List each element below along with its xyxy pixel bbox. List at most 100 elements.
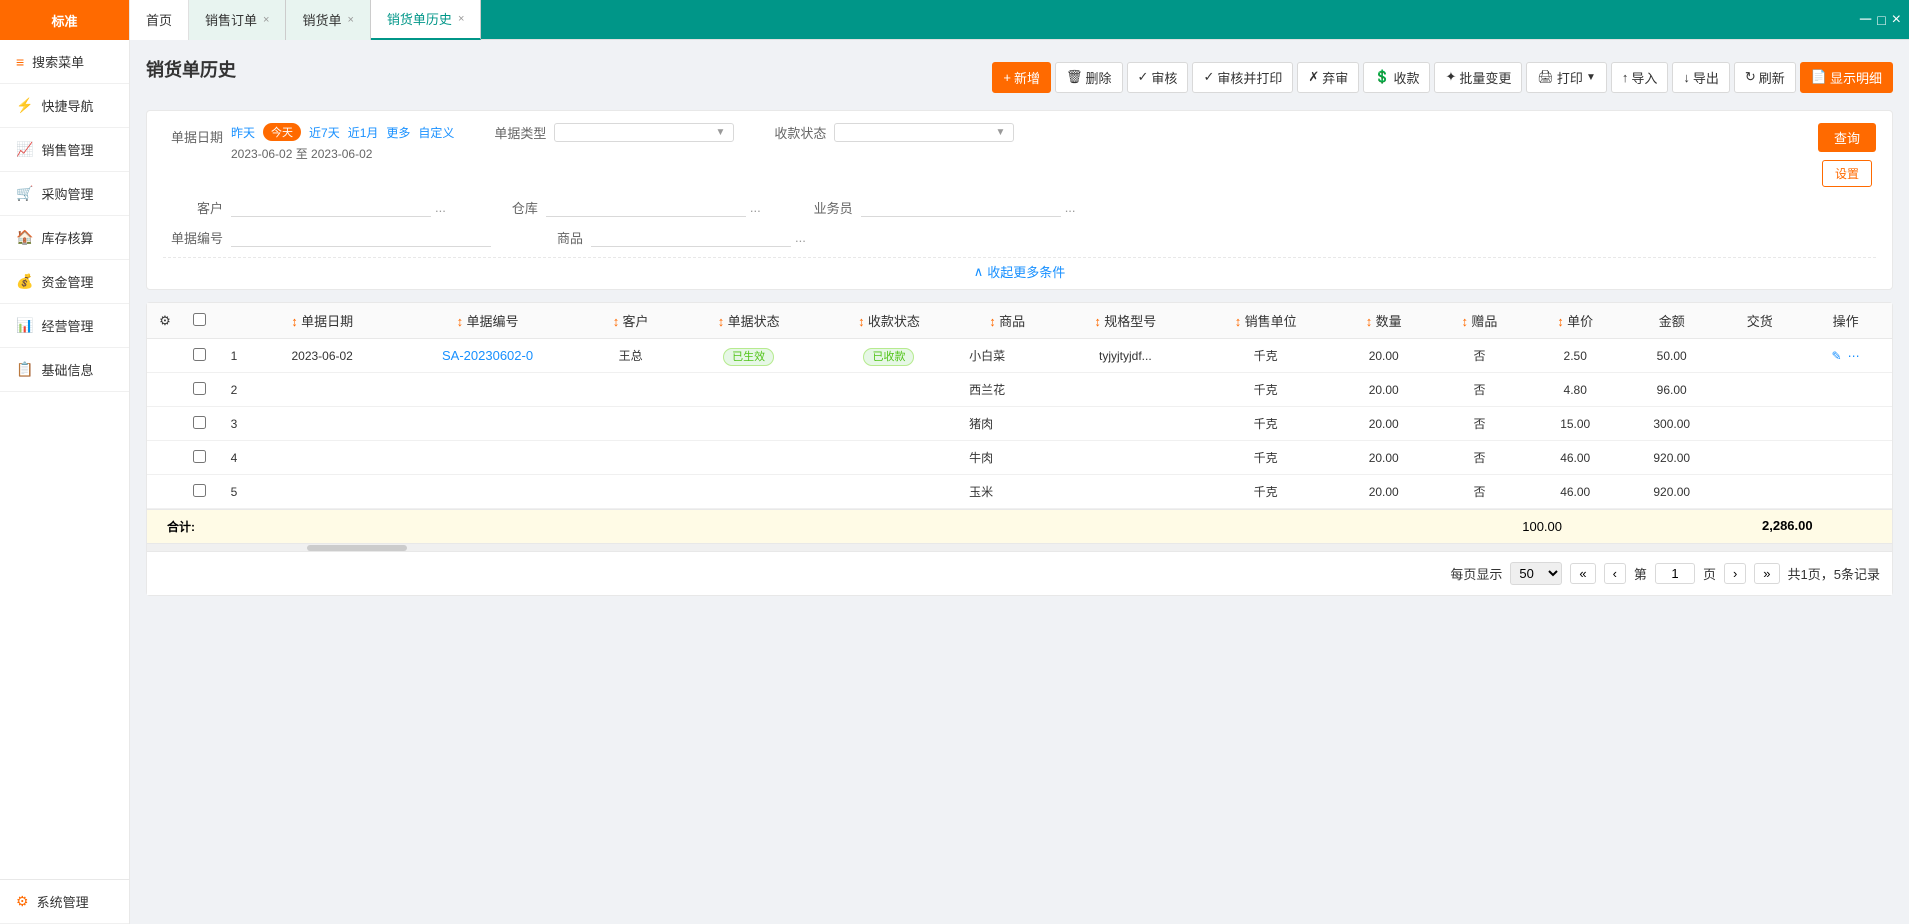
date-tab-7days[interactable]: 近7天 <box>309 124 340 141</box>
td-doc-no <box>392 373 582 407</box>
next-page-btn[interactable]: › <box>1724 563 1746 584</box>
goods-ellipsis[interactable]: ... <box>795 230 806 245</box>
tab-sales-order-close[interactable]: × <box>263 14 269 26</box>
row-checkbox[interactable] <box>193 450 206 463</box>
th-quantity[interactable]: ↕ 数量 <box>1336 303 1432 339</box>
td-doc-date <box>252 407 392 441</box>
refresh-button[interactable]: ↻ 刷新 <box>1734 62 1796 93</box>
th-doc-date[interactable]: ↕ 单据日期 <box>252 303 392 339</box>
th-price[interactable]: ↕ 单价 <box>1527 303 1623 339</box>
per-page-select[interactable]: 50 100 200 <box>1510 562 1562 585</box>
th-customer[interactable]: ↕ 客户 <box>583 303 679 339</box>
collect-label: 收款 <box>1393 68 1419 87</box>
settings-button[interactable]: 设置 <box>1822 160 1872 187</box>
row-checkbox[interactable] <box>193 348 206 361</box>
print-dropdown-icon: ▼ <box>1586 72 1596 83</box>
goods-input[interactable] <box>591 227 791 247</box>
doc-no-link[interactable]: SA-20230602-0 <box>442 348 533 363</box>
tab-sales-goods[interactable]: 销货单 × <box>286 0 370 40</box>
prev-page-btn[interactable]: ‹ <box>1604 563 1626 584</box>
import-button[interactable]: ↑ 导入 <box>1611 62 1669 93</box>
select-all-checkbox[interactable] <box>193 313 206 326</box>
warehouse-label: 仓库 <box>478 198 538 217</box>
tab-home[interactable]: 首页 <box>130 0 189 40</box>
docno-label: 单据编号 <box>163 228 223 247</box>
table-row: 4 牛肉 千克 20.00 否 46.00 920.00 <box>147 441 1892 475</box>
sort-price-icon: ↕ <box>1557 314 1564 329</box>
th-gift[interactable]: ↕ 赠品 <box>1432 303 1528 339</box>
sidebar-item-sys-mgmt[interactable]: ⚙ 系统管理 <box>0 880 129 924</box>
minimize-btn[interactable]: ─ <box>1860 11 1871 29</box>
tab-sales-order[interactable]: 销售订单 × <box>189 0 286 40</box>
salesperson-input[interactable] <box>861 197 1061 217</box>
td-seq: 1 <box>216 339 252 373</box>
first-page-btn[interactable]: « <box>1570 563 1595 584</box>
print-button[interactable]: 🖨 打印 ▼ <box>1526 62 1606 93</box>
more-action-btn[interactable]: ⋯ <box>1848 349 1860 363</box>
customer-input-wrap: ... <box>231 197 446 217</box>
payment-status-select[interactable]: ▼ <box>834 123 1014 142</box>
approve-print-button[interactable]: ✓ 审核并打印 <box>1192 62 1293 93</box>
abandon-button[interactable]: ✗ 弃审 <box>1297 62 1359 93</box>
approve-button[interactable]: ✓ 审核 <box>1127 62 1189 93</box>
customer-input[interactable] <box>231 197 431 217</box>
customer-ellipsis[interactable]: ... <box>435 200 446 215</box>
import-label: 导入 <box>1631 68 1657 87</box>
th-goods[interactable]: ↕ 商品 <box>959 303 1055 339</box>
th-unit[interactable]: ↕ 销售单位 <box>1196 303 1336 339</box>
sidebar-item-quick-nav[interactable]: ⚡ 快捷导航 <box>0 84 129 128</box>
tab-sales-history-close[interactable]: × <box>458 13 464 25</box>
approve-icon: ✓ <box>1138 69 1149 85</box>
query-button[interactable]: 查询 <box>1818 123 1876 152</box>
export-icon: ↓ <box>1683 70 1690 85</box>
batch-change-button[interactable]: ✦ 批量变更 <box>1434 62 1522 93</box>
warehouse-input[interactable] <box>546 197 746 217</box>
export-button[interactable]: ↓ 导出 <box>1672 62 1730 93</box>
collapse-conditions-btn[interactable]: ∧ 收起更多条件 <box>163 257 1876 285</box>
last-page-btn[interactable]: » <box>1754 563 1779 584</box>
approve-label: 审核 <box>1151 68 1177 87</box>
sidebar-item-inventory[interactable]: 🏠 库存核算 <box>0 216 129 260</box>
salesperson-ellipsis[interactable]: ... <box>1065 200 1076 215</box>
collect-button[interactable]: 💲 收款 <box>1363 62 1430 93</box>
date-tab-today[interactable]: 今天 <box>263 123 301 141</box>
doc-type-select[interactable]: ▼ <box>554 123 734 142</box>
row-checkbox[interactable] <box>193 416 206 429</box>
date-tab-more[interactable]: 更多 <box>386 124 410 141</box>
maximize-btn[interactable]: □ <box>1877 12 1885 28</box>
add-button[interactable]: + 新增 <box>992 62 1051 93</box>
sidebar-item-search-menu[interactable]: ≡ 搜索菜单 <box>0 40 129 84</box>
td-amount: 300.00 <box>1623 407 1720 441</box>
sidebar-item-finance[interactable]: 💰 资金管理 <box>0 260 129 304</box>
sidebar-item-purchase-mgmt[interactable]: 🛒 采购管理 <box>0 172 129 216</box>
sidebar-item-basic-info[interactable]: 📋 基础信息 <box>0 348 129 392</box>
sidebar-item-sales-mgmt[interactable]: 📈 销售管理 <box>0 128 129 172</box>
table-settings-icon[interactable]: ⚙ <box>159 313 171 328</box>
th-doc-no[interactable]: ↕ 单据编号 <box>392 303 582 339</box>
th-doc-status[interactable]: ↕ 单据状态 <box>679 303 819 339</box>
tab-sales-goods-close[interactable]: × <box>347 14 353 26</box>
th-unit-label: 销售单位 <box>1245 314 1297 329</box>
row-checkbox[interactable] <box>193 382 206 395</box>
page-number-input[interactable] <box>1655 563 1695 584</box>
td-seq: 5 <box>216 475 252 509</box>
table-row: 2 西兰花 千克 20.00 否 4.80 96.00 <box>147 373 1892 407</box>
docno-input[interactable] <box>231 227 491 247</box>
date-tab-1month[interactable]: 近1月 <box>348 124 379 141</box>
delete-button[interactable]: 🗑 删除 <box>1055 62 1123 93</box>
display-detail-button[interactable]: 📄 显示明细 <box>1800 62 1893 93</box>
date-tab-yesterday[interactable]: 昨天 <box>231 124 255 141</box>
th-trade: 交货 <box>1720 303 1799 339</box>
tab-sales-history[interactable]: 销货单历史 × <box>371 0 481 40</box>
horizontal-scrollbar[interactable] <box>147 543 1892 551</box>
warehouse-ellipsis[interactable]: ... <box>750 200 761 215</box>
sidebar-item-operations[interactable]: 📊 经营管理 <box>0 304 129 348</box>
th-spec[interactable]: ↕ 规格型号 <box>1055 303 1195 339</box>
edit-action-btn[interactable]: ✎ <box>1832 349 1842 363</box>
th-payment-status[interactable]: ↕ 收款状态 <box>819 303 959 339</box>
close-window-btn[interactable]: × <box>1892 11 1901 29</box>
td-settings <box>147 373 183 407</box>
date-tab-custom[interactable]: 自定义 <box>418 124 454 141</box>
scroll-thumb[interactable] <box>307 545 407 551</box>
row-checkbox[interactable] <box>193 484 206 497</box>
